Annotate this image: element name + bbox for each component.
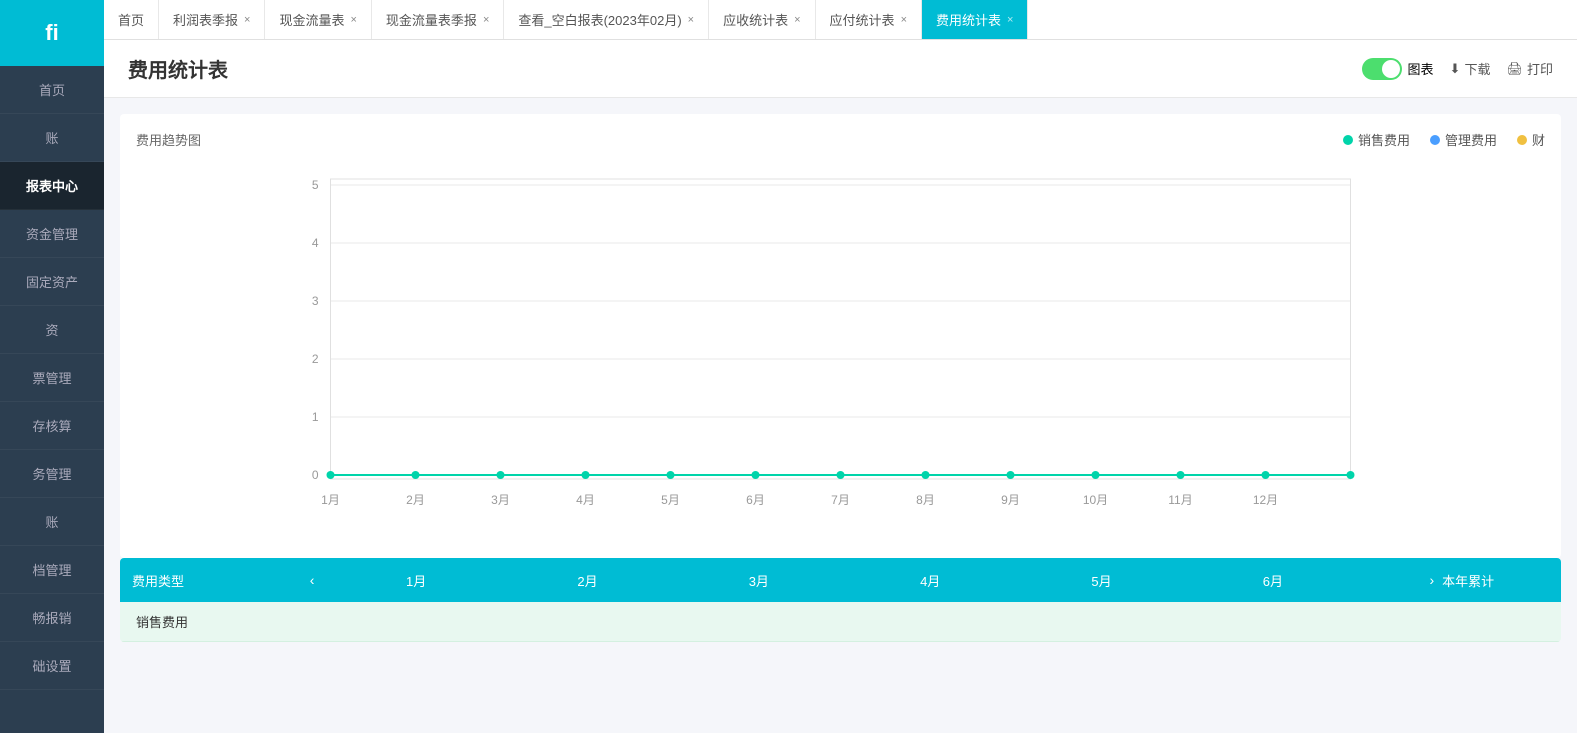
th-month-1: 1月 [330, 571, 501, 590]
sidebar-item-service[interactable]: 务管理 [0, 450, 104, 498]
svg-text:3月: 3月 [491, 493, 510, 507]
data-table-section: 费用类型 ‹ 1月 2月 3月 4月 5月 6月 › 本年累计 销售费用 [120, 558, 1561, 642]
tab-close-expense-stats[interactable]: × [1007, 14, 1013, 26]
svg-text:12月: 12月 [1253, 493, 1278, 507]
chart-section: 费用趋势图 销售费用 管理费用 财 [120, 114, 1561, 558]
svg-text:9月: 9月 [1001, 493, 1020, 507]
tab-close-profit-quarterly[interactable]: × [244, 14, 250, 26]
th-month-2: 2月 [502, 571, 673, 590]
sidebar-item-archive[interactable]: 档管理 [0, 546, 104, 594]
th-month-5: 5月 [1016, 571, 1187, 590]
chart-header: 费用趋势图 销售费用 管理费用 财 [136, 130, 1545, 149]
th-month-3: 3月 [673, 571, 844, 590]
sidebar-item-invoice[interactable]: 票管理 [0, 354, 104, 402]
svg-text:7月: 7月 [831, 493, 850, 507]
sidebar-item-assets[interactable]: 固定资产 [0, 258, 104, 306]
chart-toggle-label: 图表 [1408, 59, 1434, 78]
sidebar-item-home[interactable]: 首页 [0, 66, 104, 114]
svg-text:0: 0 [312, 468, 319, 482]
print-button[interactable]: 🖨 打印 [1506, 59, 1553, 78]
legend-dot-sales [1343, 135, 1353, 145]
svg-text:2: 2 [312, 352, 319, 366]
svg-text:5: 5 [312, 178, 319, 192]
legend-sales: 销售费用 [1343, 130, 1410, 149]
chart-container: 5 4 3 2 1 0 [136, 159, 1545, 542]
chart-legend: 销售费用 管理费用 财 [1343, 130, 1545, 149]
table-row: 销售费用 [120, 602, 1561, 642]
sidebar-item-settings[interactable]: 础设置 [0, 642, 104, 690]
tab-cashflow[interactable]: 现金流量表 × [265, 0, 371, 39]
sidebar-item-ledger[interactable]: 账 [0, 498, 104, 546]
tab-close-cashflow-quarterly[interactable]: × [483, 14, 489, 26]
prev-month-arrow[interactable]: ‹ [306, 572, 319, 588]
sidebar-logo: fi [0, 0, 104, 66]
download-button[interactable]: ⬇ 下载 [1450, 59, 1491, 78]
svg-text:1月: 1月 [321, 493, 340, 507]
tab-cashflow-quarterly[interactable]: 现金流量表季报 × [372, 0, 504, 39]
tab-payable[interactable]: 应付统计表 × [816, 0, 922, 39]
chart-toggle[interactable] [1362, 58, 1402, 80]
content-area: 费用统计表 图表 ⬇ 下载 🖨 打印 费用趋势图 [104, 40, 1577, 733]
svg-text:4月: 4月 [576, 493, 595, 507]
tab-expense-stats[interactable]: 费用统计表 × [922, 0, 1028, 39]
sidebar-item-account[interactable]: 账 [0, 114, 104, 162]
tab-bar: 首页 利润表季报 × 现金流量表 × 现金流量表季报 × 查看_空白报表(202… [104, 0, 1577, 40]
svg-text:11月: 11月 [1168, 493, 1192, 507]
sidebar-item-fund[interactable]: 资金管理 [0, 210, 104, 258]
tab-home[interactable]: 首页 [104, 0, 159, 39]
tab-close-cashflow[interactable]: × [350, 14, 356, 26]
page-title: 费用统计表 [128, 54, 228, 83]
legend-dot-admin [1430, 135, 1440, 145]
th-month-4: 4月 [845, 571, 1016, 590]
th-total: › 本年累计 [1359, 571, 1561, 590]
svg-text:4: 4 [312, 236, 319, 250]
tab-close-receivable[interactable]: × [794, 14, 800, 26]
table-header: 费用类型 ‹ 1月 2月 3月 4月 5月 6月 › 本年累计 [120, 558, 1561, 602]
main-area: 首页 利润表季报 × 现金流量表 × 现金流量表季报 × 查看_空白报表(202… [104, 0, 1577, 733]
tab-close-payable[interactable]: × [901, 14, 907, 26]
print-icon: 🖨 [1506, 61, 1523, 77]
legend-admin: 管理费用 [1430, 130, 1497, 149]
legend-label-finance: 财 [1532, 130, 1545, 149]
sidebar: fi 首页 账 报表中心 资金管理 固定资产 资 票管理 存核算 务管理 账 档… [0, 0, 104, 733]
next-month-arrow[interactable]: › [1425, 572, 1438, 588]
svg-text:10月: 10月 [1083, 493, 1108, 507]
chart-title: 费用趋势图 [136, 130, 201, 149]
legend-label-admin: 管理费用 [1445, 130, 1497, 149]
tab-close-blank-report[interactable]: × [688, 14, 694, 26]
th-month-6: 6月 [1187, 571, 1358, 590]
tab-profit-quarterly[interactable]: 利润表季报 × [159, 0, 265, 39]
legend-label-sales: 销售费用 [1358, 130, 1410, 149]
header-actions: 图表 ⬇ 下载 🖨 打印 [1362, 58, 1553, 80]
svg-text:2月: 2月 [406, 493, 425, 507]
page-header: 费用统计表 图表 ⬇ 下载 🖨 打印 [104, 40, 1577, 98]
tab-receivable[interactable]: 应收统计表 × [709, 0, 815, 39]
sidebar-item-inventory[interactable]: 存核算 [0, 402, 104, 450]
th-type: 费用类型 ‹ [120, 571, 330, 590]
trend-chart: 5 4 3 2 1 0 [136, 159, 1545, 539]
sidebar-item-resource[interactable]: 资 [0, 306, 104, 354]
svg-text:8月: 8月 [916, 493, 935, 507]
sidebar-item-expense[interactable]: 畅报销 [0, 594, 104, 642]
tab-blank-report[interactable]: 查看_空白报表(2023年02月) × [504, 0, 709, 39]
svg-text:1: 1 [312, 410, 319, 424]
legend-dot-finance [1517, 135, 1527, 145]
sidebar-item-reports[interactable]: 报表中心 [0, 162, 104, 210]
download-icon: ⬇ [1450, 61, 1461, 77]
svg-text:3: 3 [312, 294, 319, 308]
svg-text:6月: 6月 [746, 493, 765, 507]
svg-text:5月: 5月 [661, 493, 680, 507]
legend-finance: 财 [1517, 130, 1545, 149]
chart-toggle-wrap: 图表 [1362, 58, 1434, 80]
td-type-sales: 销售费用 [120, 612, 330, 631]
